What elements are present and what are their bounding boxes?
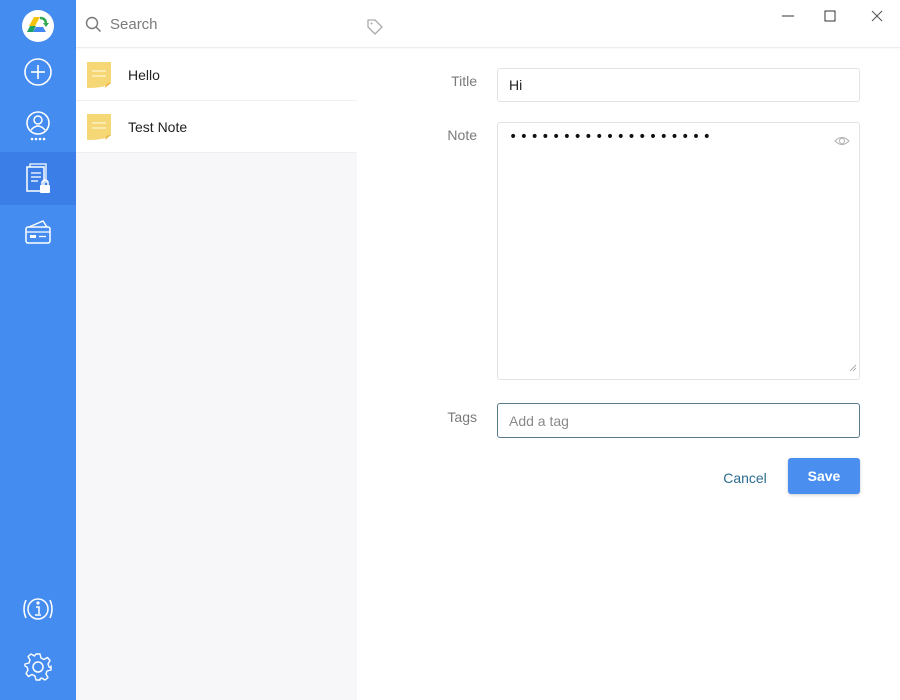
app-logo (22, 10, 54, 42)
sidebar-item-settings[interactable] (0, 640, 76, 693)
sidebar-item-info[interactable] (0, 582, 76, 635)
resize-grip-icon (849, 364, 857, 372)
top-bar (76, 0, 900, 48)
sidebar-item-accounts[interactable] (0, 99, 76, 152)
minimize-button[interactable] (773, 4, 803, 28)
resize-handle[interactable] (849, 359, 857, 377)
eye-icon (834, 136, 850, 146)
note-masked-content: ••••••••••••••••••• (509, 129, 714, 145)
drive-sync-logo-icon (27, 16, 49, 32)
note-list: Hello Test Note (76, 49, 357, 700)
sidebar-item-add[interactable] (0, 45, 76, 98)
note-textarea[interactable]: ••••••••••••••••••• (497, 122, 860, 380)
app-window: Hello Test Note Title Note •••••••••••••… (0, 0, 900, 700)
search-icon (85, 16, 102, 38)
title-label: Title (451, 73, 477, 89)
note-list-item[interactable]: Test Note (76, 101, 357, 153)
info-broadcast-icon (23, 597, 53, 620)
note-label: Note (447, 127, 477, 143)
tag-filter-icon[interactable] (366, 18, 384, 41)
tag-icon (367, 19, 383, 35)
search-input[interactable] (110, 12, 350, 36)
plus-circle-icon (24, 57, 52, 86)
close-button[interactable] (862, 4, 892, 28)
sidebar (0, 0, 76, 700)
sticky-note-icon (86, 113, 112, 146)
user-password-icon (26, 110, 50, 140)
sticky-note-icon (86, 61, 112, 94)
note-list-item[interactable]: Hello (76, 49, 357, 101)
maximize-icon (824, 10, 836, 22)
note-title: Test Note (128, 118, 188, 135)
save-button[interactable]: Save (788, 458, 860, 494)
tags-label: Tags (447, 409, 477, 425)
show-note-toggle[interactable] (834, 134, 850, 152)
cancel-button[interactable]: Cancel (715, 463, 775, 493)
wallet-card-icon (25, 219, 51, 244)
gear-icon (24, 652, 52, 681)
close-icon (871, 10, 883, 22)
minimize-icon (782, 15, 794, 17)
note-title: Hello (128, 66, 160, 83)
tags-input[interactable] (497, 403, 860, 438)
note-editor: Title Note ••••••••••••••••••• Tags Canc… (357, 49, 900, 700)
sidebar-item-cards[interactable] (0, 205, 76, 258)
title-input[interactable] (497, 68, 860, 102)
sidebar-item-secure-notes[interactable] (0, 152, 76, 205)
maximize-button[interactable] (815, 4, 845, 28)
locked-document-icon (26, 162, 50, 193)
